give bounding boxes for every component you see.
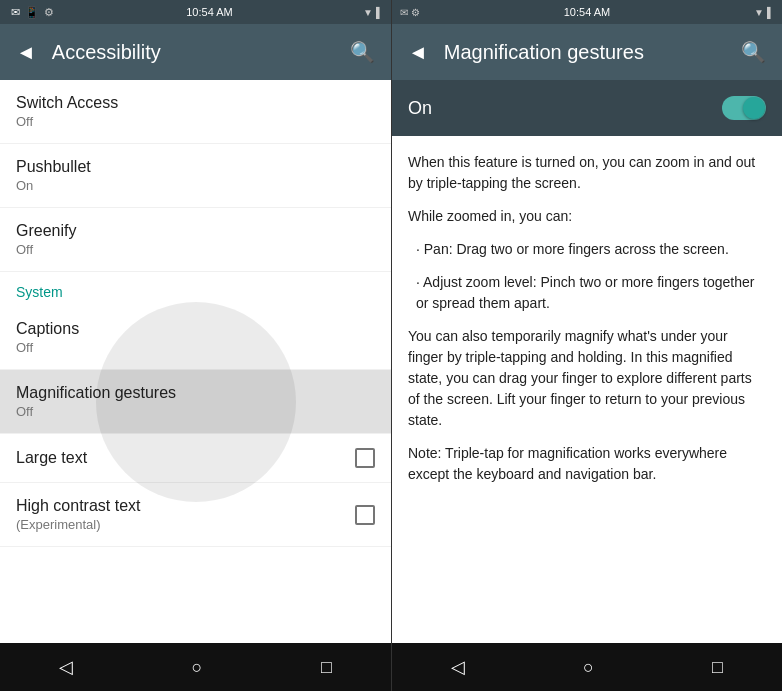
desc-para-4: Note: Triple-tap for magnification works… xyxy=(408,443,766,485)
left-right-icons: ▼ ▌ xyxy=(363,7,383,18)
switch-access-item[interactable]: Switch Access Off xyxy=(0,80,391,144)
switch-access-subtitle: Off xyxy=(16,114,375,129)
high-contrast-text-label-group: High contrast text (Experimental) xyxy=(16,497,141,532)
toggle-label: On xyxy=(408,98,432,119)
magnification-toggle[interactable] xyxy=(722,96,766,120)
right-search-button[interactable]: 🔍 xyxy=(741,40,766,64)
greenify-title: Greenify xyxy=(16,222,375,240)
magnification-gestures-subtitle: Off xyxy=(16,404,375,419)
switch-access-title: Switch Access xyxy=(16,94,375,112)
right-nav-recents[interactable]: □ xyxy=(712,657,723,678)
right-status-icons-left: ✉ ⚙ xyxy=(400,7,420,18)
left-status-bar: ✉ 📱 ⚙ 10:54 AM ▼ ▌ xyxy=(0,0,391,24)
large-text-item[interactable]: Large text xyxy=(0,434,391,483)
pushbullet-title: Pushbullet xyxy=(16,158,375,176)
right-status-bar: ✉ ⚙ 10:54 AM ▼ ▌ xyxy=(392,0,782,24)
high-contrast-text-subtitle: (Experimental) xyxy=(16,517,141,532)
pushbullet-item[interactable]: Pushbullet On xyxy=(0,144,391,208)
system-section-header: System xyxy=(0,272,391,306)
left-nav-bar: ◁ ○ □ xyxy=(0,643,391,691)
high-contrast-text-checkbox[interactable] xyxy=(355,505,375,525)
right-toolbar-title: Magnification gestures xyxy=(444,41,725,64)
right-nav-home[interactable]: ○ xyxy=(583,657,594,678)
left-toolbar-title: Accessibility xyxy=(52,41,334,64)
left-search-button[interactable]: 🔍 xyxy=(350,40,375,64)
signal-icon: ▌ xyxy=(376,7,383,18)
left-status-time: 10:54 AM xyxy=(186,6,232,18)
desc-para-1: When this feature is turned on, you can … xyxy=(408,152,766,194)
description-area: When this feature is turned on, you can … xyxy=(392,136,782,643)
magnification-gestures-title: Magnification gestures xyxy=(16,384,375,402)
left-panel: ✉ 📱 ⚙ 10:54 AM ▼ ▌ ◄ Accessibility 🔍 Swi… xyxy=(0,0,391,691)
pushbullet-subtitle: On xyxy=(16,178,375,193)
captions-item[interactable]: Captions Off xyxy=(0,306,391,370)
large-text-title: Large text xyxy=(16,449,87,467)
left-nav-home[interactable]: ○ xyxy=(192,657,203,678)
right-notification-icon: ✉ xyxy=(400,7,408,18)
right-signal-icon: ▌ xyxy=(767,7,774,18)
right-status-time: 10:54 AM xyxy=(564,6,610,18)
toggle-row: On xyxy=(392,80,782,136)
greenify-item[interactable]: Greenify Off xyxy=(0,208,391,272)
mail-icon: 📱 xyxy=(25,5,39,19)
left-status-icons: ✉ 📱 ⚙ xyxy=(8,5,56,19)
left-nav-recents[interactable]: □ xyxy=(321,657,332,678)
right-status-icons-right: ▼ ▌ xyxy=(754,7,774,18)
desc-para-2: While zoomed in, you can: xyxy=(408,206,766,227)
high-contrast-text-title: High contrast text xyxy=(16,497,141,515)
large-text-checkbox[interactable] xyxy=(355,448,375,468)
right-toolbar: ◄ Magnification gestures 🔍 xyxy=(392,24,782,80)
wifi-icon: ▼ xyxy=(363,7,373,18)
captions-subtitle: Off xyxy=(16,340,375,355)
greenify-subtitle: Off xyxy=(16,242,375,257)
left-settings-list: Switch Access Off Pushbullet On Greenify… xyxy=(0,80,391,643)
left-toolbar: ◄ Accessibility 🔍 xyxy=(0,24,391,80)
desc-bullet-1: · Pan: Drag two or more fingers across t… xyxy=(408,239,766,260)
desc-para-3: You can also temporarily magnify what's … xyxy=(408,326,766,431)
bluetooth-icon: ⚙ xyxy=(42,5,56,19)
right-nav-bar: ◁ ○ □ xyxy=(392,643,782,691)
notification-icon: ✉ xyxy=(8,5,22,19)
desc-bullet-2: · Adjust zoom level: Pinch two or more f… xyxy=(408,272,766,314)
right-bluetooth-icon: ⚙ xyxy=(411,7,420,18)
right-nav-back[interactable]: ◁ xyxy=(451,656,465,678)
left-back-button[interactable]: ◄ xyxy=(16,42,36,62)
right-back-button[interactable]: ◄ xyxy=(408,42,428,62)
captions-title: Captions xyxy=(16,320,375,338)
left-nav-back[interactable]: ◁ xyxy=(59,656,73,678)
high-contrast-text-item[interactable]: High contrast text (Experimental) xyxy=(0,483,391,547)
magnification-gestures-item[interactable]: Magnification gestures Off xyxy=(0,370,391,434)
right-panel: ✉ ⚙ 10:54 AM ▼ ▌ ◄ Magnification gesture… xyxy=(391,0,782,691)
right-wifi-icon: ▼ xyxy=(754,7,764,18)
